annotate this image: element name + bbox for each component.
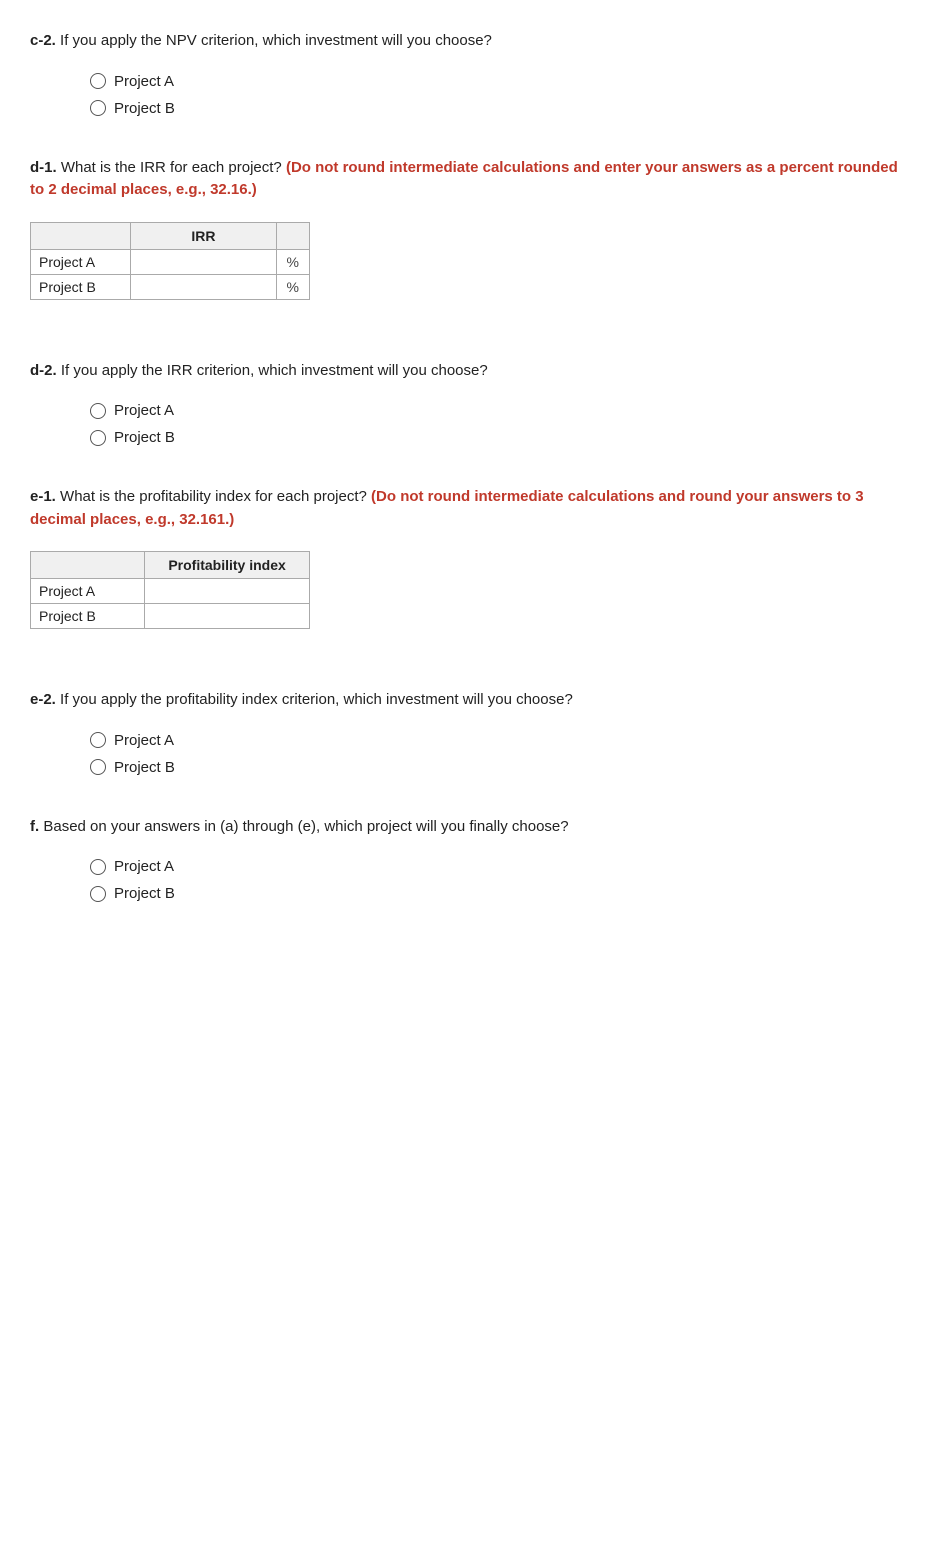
f-option-a-label: Project A — [114, 858, 174, 875]
c2-radio-a[interactable] — [90, 73, 106, 89]
d1-empty-header — [31, 222, 131, 249]
c2-label: c-2. — [30, 32, 56, 49]
e1-pi-b-input[interactable] — [145, 604, 309, 628]
d2-question: d-2. If you apply the IRR criterion, whi… — [30, 360, 907, 383]
d2-radio-b[interactable] — [90, 430, 106, 446]
f-text: Based on your answers in (a) through (e)… — [43, 818, 568, 835]
e1-row-a: Project A — [31, 579, 310, 604]
c2-option-a[interactable]: Project A — [90, 73, 907, 90]
d2-text: If you apply the IRR criterion, which in… — [61, 362, 488, 379]
c2-option-a-label: Project A — [114, 73, 174, 90]
section-d2: d-2. If you apply the IRR criterion, whi… — [30, 360, 907, 447]
c2-radio-group: Project A Project B — [90, 73, 907, 117]
e2-radio-group: Project A Project B — [90, 732, 907, 776]
e2-option-b[interactable]: Project B — [90, 759, 907, 776]
section-d1: d-1. What is the IRR for each project? (… — [30, 157, 907, 300]
section-c2: c-2. If you apply the NPV criterion, whi… — [30, 30, 907, 117]
f-radio-group: Project A Project B — [90, 858, 907, 902]
d2-option-a[interactable]: Project A — [90, 402, 907, 419]
e1-row-a-input-cell — [145, 579, 310, 604]
section-f: f. Based on your answers in (a) through … — [30, 816, 907, 903]
e2-label: e-2. — [30, 691, 56, 708]
c2-option-b-label: Project B — [114, 100, 175, 117]
e2-option-a[interactable]: Project A — [90, 732, 907, 749]
e1-text: What is the profitability index for each… — [60, 488, 371, 505]
f-radio-b[interactable] — [90, 886, 106, 902]
f-radio-a[interactable] — [90, 859, 106, 875]
f-option-a[interactable]: Project A — [90, 858, 907, 875]
d1-irr-header: IRR — [131, 222, 276, 249]
e1-row-b-input-cell — [145, 604, 310, 629]
e2-option-b-label: Project B — [114, 759, 175, 776]
f-question: f. Based on your answers in (a) through … — [30, 816, 907, 839]
d1-row-b: Project B % — [31, 274, 310, 299]
d1-row-a-label: Project A — [31, 249, 131, 274]
d1-row-b-label: Project B — [31, 274, 131, 299]
d1-irr-b-input[interactable] — [131, 275, 275, 299]
e1-question: e-1. What is the profitability index for… — [30, 486, 907, 531]
d1-question: d-1. What is the IRR for each project? (… — [30, 157, 907, 202]
section-e1: e-1. What is the profitability index for… — [30, 486, 907, 629]
e2-radio-a[interactable] — [90, 732, 106, 748]
c2-option-b[interactable]: Project B — [90, 100, 907, 117]
c2-text: If you apply the NPV criterion, which in… — [60, 32, 492, 49]
f-option-b-label: Project B — [114, 885, 175, 902]
c2-radio-b[interactable] — [90, 100, 106, 116]
section-e2: e-2. If you apply the profitability inde… — [30, 689, 907, 776]
e1-row-a-label: Project A — [31, 579, 145, 604]
e2-text: If you apply the profitability index cri… — [60, 691, 573, 708]
d1-row-a-unit: % — [276, 249, 309, 274]
d1-row-a-input-cell — [131, 249, 276, 274]
d1-text: What is the IRR for each project? — [61, 159, 286, 176]
d2-radio-group: Project A Project B — [90, 402, 907, 446]
e1-table: Profitability index Project A Project B — [30, 551, 310, 629]
d1-row-b-input-cell — [131, 274, 276, 299]
e2-radio-b[interactable] — [90, 759, 106, 775]
d1-unit-header — [276, 222, 309, 249]
e1-empty-header — [31, 552, 145, 579]
d1-row-a: Project A % — [31, 249, 310, 274]
e1-pi-a-input[interactable] — [145, 579, 309, 603]
d1-label: d-1. — [30, 159, 57, 176]
e2-question: e-2. If you apply the profitability inde… — [30, 689, 907, 712]
e1-row-b: Project B — [31, 604, 310, 629]
e1-row-b-label: Project B — [31, 604, 145, 629]
d1-table: IRR Project A % Project B % — [30, 222, 310, 300]
d2-option-a-label: Project A — [114, 402, 174, 419]
e1-label: e-1. — [30, 488, 56, 505]
d2-option-b[interactable]: Project B — [90, 429, 907, 446]
c2-question: c-2. If you apply the NPV criterion, whi… — [30, 30, 907, 53]
f-label: f. — [30, 818, 39, 835]
d2-radio-a[interactable] — [90, 403, 106, 419]
d1-row-b-unit: % — [276, 274, 309, 299]
d1-irr-a-input[interactable] — [131, 250, 275, 274]
e2-option-a-label: Project A — [114, 732, 174, 749]
d2-label: d-2. — [30, 362, 57, 379]
d2-option-b-label: Project B — [114, 429, 175, 446]
f-option-b[interactable]: Project B — [90, 885, 907, 902]
e1-pi-header: Profitability index — [145, 552, 310, 579]
